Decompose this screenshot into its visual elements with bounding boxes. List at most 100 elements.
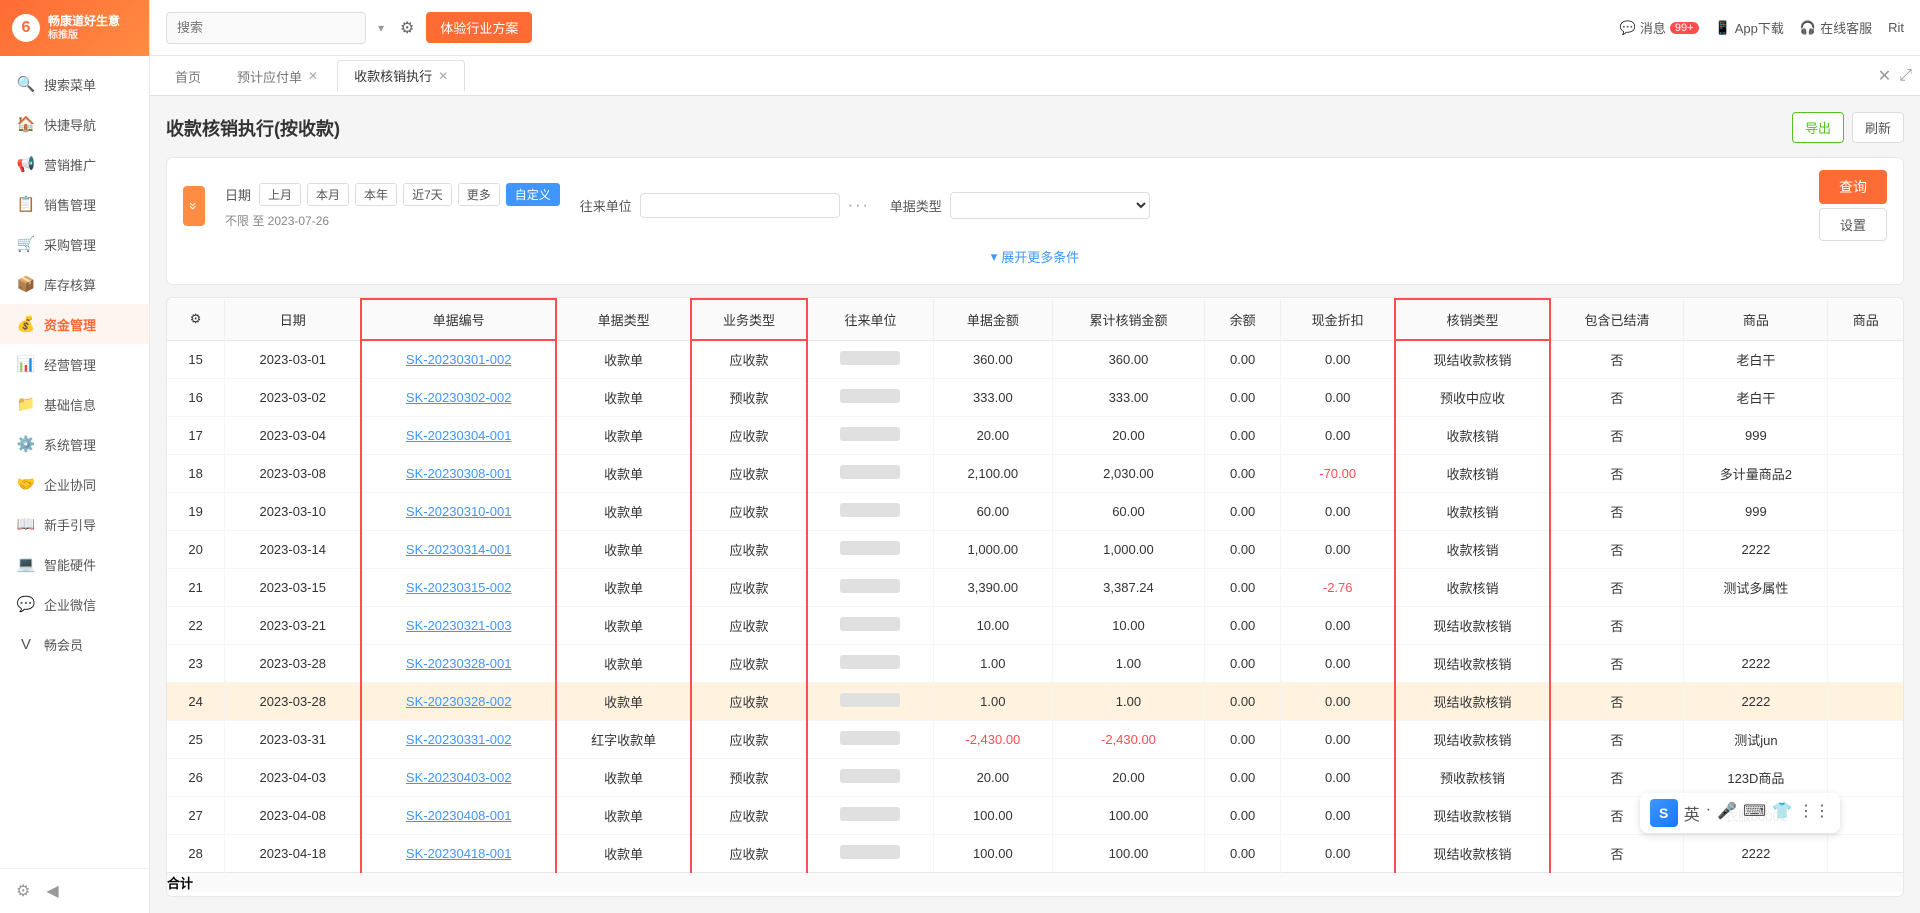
sidebar-item-marketing[interactable]: 📢营销推广 (0, 144, 149, 184)
sidebar-item-basic[interactable]: 📁基础信息 (0, 384, 149, 424)
td-partner (807, 683, 934, 721)
tab-pre-receipt-close[interactable]: ✕ (308, 69, 318, 83)
sidebar-item-guide[interactable]: 📖新手引导 (0, 504, 149, 544)
td-included: 否 (1550, 340, 1684, 379)
message-btn[interactable]: 💬 消息 99+ (1620, 18, 1699, 37)
td-included: 否 (1550, 721, 1684, 759)
table-header-row: ⚙ 日期 单据编号 单据类型 业务类型 往来单位 单据金额 累计核销金额 余额 … (167, 299, 1903, 340)
td-cancel-type: 收款核销 (1395, 417, 1549, 455)
topbar-gear-icon[interactable]: ⚙ (400, 18, 414, 38)
sidebar-item-search-menu[interactable]: 🔍搜索菜单 (0, 64, 149, 104)
td-discount: 0.00 (1280, 417, 1395, 455)
doc-no-link[interactable]: SK-20230310-001 (406, 504, 512, 519)
tab-receipt-writeoff[interactable]: 收款核销执行 ✕ (337, 60, 465, 92)
td-included: 否 (1550, 835, 1684, 873)
date-btn-this-month[interactable]: 本月 (307, 183, 349, 206)
sidebar-icon-marketing: 📢 (16, 154, 36, 174)
doc-no-link[interactable]: SK-20230328-002 (406, 694, 512, 709)
th-settings[interactable]: ⚙ (167, 299, 225, 340)
date-btn-7days[interactable]: 近7天 (403, 183, 452, 206)
sidebar-item-wechat[interactable]: 💬企业微信 (0, 584, 149, 624)
doc-no-link[interactable]: SK-20230302-002 (406, 390, 512, 405)
watermark-s-icon: S (1650, 799, 1678, 827)
sidebar-item-hardware[interactable]: 💻智能硬件 (0, 544, 149, 584)
export-btn[interactable]: 导出 (1792, 112, 1844, 143)
footer-label: 合计 (167, 873, 361, 893)
td-no: 26 (167, 759, 225, 797)
td-balance: 0.00 (1205, 531, 1281, 569)
td-goods1: 测试jun (1684, 721, 1828, 759)
app-download-btn[interactable]: 📱 App下载 (1715, 18, 1784, 37)
sidebar-item-system[interactable]: ⚙️系统管理 (0, 424, 149, 464)
date-btn-this-year[interactable]: 本年 (355, 183, 397, 206)
search-input[interactable] (166, 12, 366, 44)
td-biz-type: 应收款 (691, 607, 807, 645)
doc-no-link[interactable]: SK-20230301-002 (406, 352, 512, 367)
td-no: 20 (167, 531, 225, 569)
tab-receipt-writeoff-close[interactable]: ✕ (438, 69, 448, 83)
td-biz-type: 预收款 (691, 759, 807, 797)
td-doc-type: 收款单 (556, 569, 691, 607)
topbar-dropdown-arrow[interactable]: ▾ (378, 21, 384, 35)
td-amount: 360.00 (934, 340, 1053, 379)
sidebar-label-hardware: 智能硬件 (44, 555, 96, 574)
date-btn-custom[interactable]: 自定义 (506, 183, 560, 206)
sidebar-item-quick-nav[interactable]: 🏠快捷导航 (0, 104, 149, 144)
date-btn-more[interactable]: 更多 (458, 183, 500, 206)
td-balance: 0.00 (1205, 683, 1281, 721)
query-btn[interactable]: 查询 (1819, 170, 1887, 204)
td-doc-type: 收款单 (556, 645, 691, 683)
sidebar-item-purchase[interactable]: 🛒采购管理 (0, 224, 149, 264)
sidebar-item-cooperation[interactable]: 🤝企业协同 (0, 464, 149, 504)
sidebar-item-finance[interactable]: 💰资金管理 (0, 304, 149, 344)
td-balance: 0.00 (1205, 721, 1281, 759)
setting-btn[interactable]: 设置 (1819, 208, 1887, 241)
td-balance: 0.00 (1205, 493, 1281, 531)
td-no: 24 (167, 683, 225, 721)
doc-no-link[interactable]: SK-20230321-003 (406, 618, 512, 633)
doc-no-link[interactable]: SK-20230314-001 (406, 542, 512, 557)
tab-home[interactable]: 首页 (158, 60, 218, 92)
td-doc-type: 收款单 (556, 455, 691, 493)
user-name[interactable]: Rit (1888, 20, 1904, 35)
sidebar-item-operation[interactable]: 📊经营管理 (0, 344, 149, 384)
td-partner (807, 455, 934, 493)
sidebar-label-basic: 基础信息 (44, 395, 96, 414)
td-no: 17 (167, 417, 225, 455)
filter-collapse-btn[interactable]: » (183, 186, 205, 226)
message-icon: 💬 (1620, 20, 1636, 36)
doc-type-filter-select[interactable] (950, 192, 1150, 219)
collapse-icon[interactable]: ◀ (46, 881, 58, 901)
online-support-btn[interactable]: 🎧 在线客服 (1800, 18, 1872, 37)
settings-bottom-icon[interactable]: ⚙ (16, 881, 30, 901)
tab-pre-receipt[interactable]: 预计应付单 ✕ (220, 60, 335, 92)
sidebar-item-member[interactable]: V畅会员 (0, 624, 149, 664)
doc-no-link[interactable]: SK-20230418-001 (406, 846, 512, 861)
doc-no-link[interactable]: SK-20230328-001 (406, 656, 512, 671)
sidebar: 6 畅康道好生意 标推版 🔍搜索菜单🏠快捷导航📢营销推广📋销售管理🛒采购管理📦库… (0, 0, 150, 913)
refresh-btn[interactable]: 刷新 (1852, 112, 1904, 143)
date-btn-last-month[interactable]: 上月 (259, 183, 301, 206)
table-row: 20 2023-03-14 SK-20230314-001 收款单 应收款 1,… (167, 531, 1903, 569)
td-biz-type: 应收款 (691, 721, 807, 759)
sidebar-item-inventory[interactable]: 📦库存核算 (0, 264, 149, 304)
doc-no-link[interactable]: SK-20230408-001 (406, 808, 512, 823)
filter-dots[interactable]: ··· (848, 197, 870, 215)
doc-no-link[interactable]: SK-20230403-002 (406, 770, 512, 785)
doc-no-link[interactable]: SK-20230331-002 (406, 732, 512, 747)
tab-close-all-icon[interactable]: ✕ (1878, 66, 1891, 86)
sidebar-item-sales[interactable]: 📋销售管理 (0, 184, 149, 224)
expand-more-conditions[interactable]: ▾ 展开更多条件 (183, 241, 1887, 272)
partner-filter-input[interactable] (640, 193, 840, 218)
doc-no-link[interactable]: SK-20230304-001 (406, 428, 512, 443)
td-doc-no: SK-20230308-001 (361, 455, 556, 493)
td-writeoff: 360.00 (1052, 340, 1205, 379)
sidebar-label-quick-nav: 快捷导航 (44, 115, 96, 134)
table-body: 15 2023-03-01 SK-20230301-002 收款单 应收款 36… (167, 340, 1903, 873)
message-label: 消息 (1640, 18, 1666, 37)
td-amount: 100.00 (934, 835, 1053, 873)
doc-no-link[interactable]: SK-20230315-002 (406, 580, 512, 595)
doc-no-link[interactable]: SK-20230308-001 (406, 466, 512, 481)
tab-expand-icon[interactable]: ⤢ (1899, 67, 1912, 85)
industry-btn[interactable]: 体验行业方案 (426, 12, 532, 43)
